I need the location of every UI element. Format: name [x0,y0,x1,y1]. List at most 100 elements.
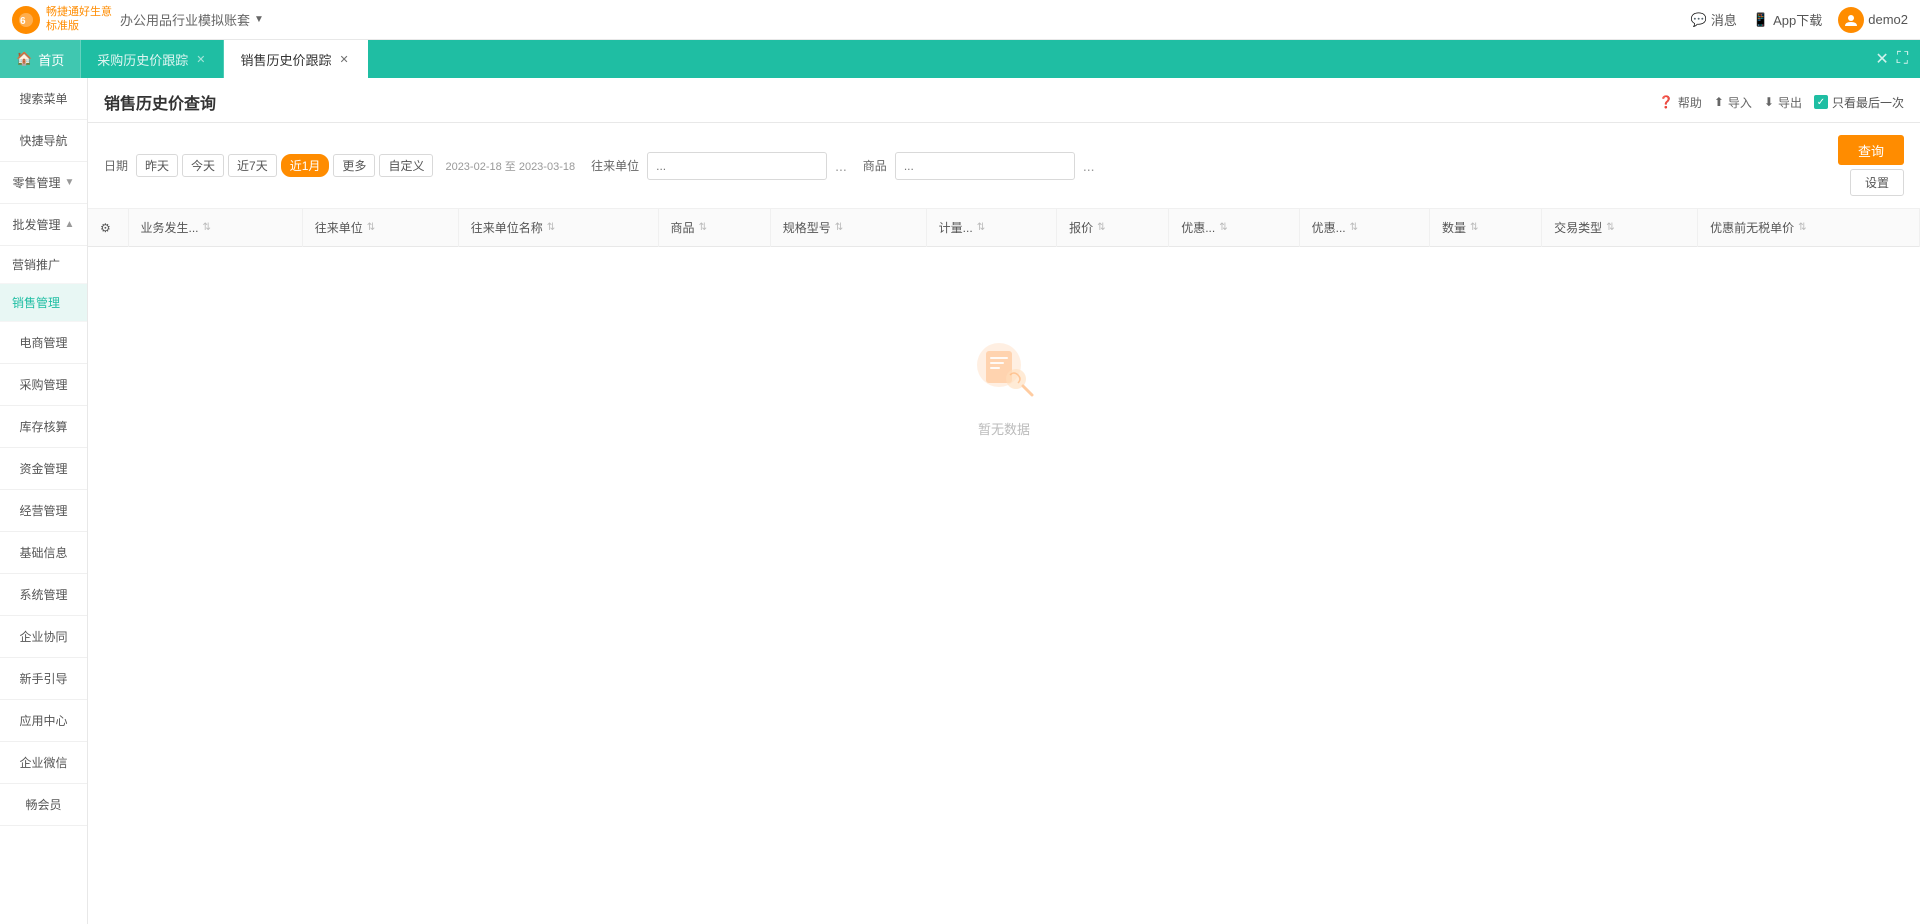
th-spec[interactable]: 规格型号 ⇅ [770,209,926,247]
th-partner-code[interactable]: 往来单位 ⇅ [302,209,458,247]
user-menu[interactable]: demo2 [1838,7,1908,33]
th-discount2[interactable]: 优惠... ⇅ [1299,209,1429,247]
import-button[interactable]: ⬆ 导入 [1714,94,1752,111]
sort-icon: ⇅ [977,222,985,233]
date-btn-yesterday[interactable]: 昨天 [136,154,178,177]
goods-input[interactable] [895,152,1075,180]
sort-icon: ⇅ [835,222,843,233]
app-download-action[interactable]: 📱 App下载 [1753,10,1822,29]
sidebar-item-purchase-mgmt[interactable]: 采购管理 [0,364,87,406]
th-biz-date[interactable]: 业务发生... ⇅ [128,209,302,247]
app-name-dropdown[interactable]: 办公用品行业模拟账套 ▼ [120,10,264,29]
tab-purchase-history[interactable]: 采购历史价跟踪 ✕ [81,40,224,78]
date-btn-today[interactable]: 今天 [182,154,224,177]
chevron-down-icon: ▼ [254,14,264,25]
th-pre-tax-price[interactable]: 优惠前无税单价 ⇅ [1698,209,1920,247]
sort-icon: ⇅ [1470,222,1478,233]
settings-icon[interactable]: ⚙ [100,221,111,235]
header-left: 6 畅捷通好生意 标准版 办公用品行业模拟账套 ▼ [12,6,264,34]
partner-filter-group: 往来单位 ... [591,152,847,180]
sort-icon: ⇅ [699,222,707,233]
sidebar-item-app-center[interactable]: 应用中心 [0,700,87,742]
th-trade-type[interactable]: 交易类型 ⇅ [1542,209,1698,247]
sidebar-item-basic-info[interactable]: 基础信息 [0,532,87,574]
sort-icon: ⇅ [547,222,555,233]
export-button[interactable]: ⬇ 导出 [1764,94,1802,111]
sidebar-item-business-mgmt[interactable]: 经营管理 [0,490,87,532]
th-goods[interactable]: 商品 ⇅ [658,209,770,247]
date-btn-1month[interactable]: 近1月 [281,154,330,177]
sort-icon: ⇅ [1350,222,1358,233]
sidebar-item-enterprise-collab[interactable]: 企业协同 [0,616,87,658]
sidebar-item-quick-nav[interactable]: 快捷导航 [0,120,87,162]
partner-more-icon[interactable]: ... [835,158,847,174]
close-all-tabs[interactable]: ✕ [1875,49,1888,69]
chevron-up-icon: ▲ [65,219,75,230]
date-btn-more[interactable]: 更多 [333,154,375,177]
message-icon: 💬 [1691,12,1707,28]
settings-button[interactable]: 设置 [1850,169,1904,196]
sidebar-item-retail-mgmt[interactable]: 零售管理 ▼ [0,162,87,204]
download-icon: 📱 [1753,12,1769,28]
empty-state: 暂无数据 [88,247,1920,518]
th-price[interactable]: 报价 ⇅ [1057,209,1169,247]
help-icon: ❓ [1659,95,1674,109]
table-header-row: ⚙ 业务发生... ⇅ 往来单位 [88,209,1920,247]
date-filter-group: 日期 昨天 今天 近7天 近1月 更多 自定义 2023-02-18 至 202… [104,154,575,177]
message-action[interactable]: 💬 消息 [1691,10,1737,29]
tab-home[interactable]: 🏠 首页 [0,40,81,78]
sidebar-item-new-guide[interactable]: 新手引导 [0,658,87,700]
logo-text: 畅捷通好生意 标准版 [46,6,112,32]
svg-text:6: 6 [20,16,26,27]
date-buttons: 昨天 今天 近7天 近1月 更多 自定义 [136,154,433,177]
empty-icon [964,327,1044,407]
partner-input[interactable] [647,152,827,180]
page-container: 销售历史价查询 ❓ 帮助 ⬆ 导入 ⬇ 导出 ✓ [88,78,1920,924]
sort-icon: ⇅ [1097,222,1105,233]
sidebar-item-ecom-mgmt[interactable]: 电商管理 [0,322,87,364]
chevron-down-icon: ▼ [65,177,75,188]
only-last-checkbox-area[interactable]: ✓ 只看最后一次 [1814,94,1904,111]
th-qty[interactable]: 数量 ⇅ [1430,209,1542,247]
table-container: ⚙ 业务发生... ⇅ 往来单位 [88,209,1920,924]
close-purchase-tab[interactable]: ✕ [194,51,207,68]
sidebar-item-member-club[interactable]: 畅会员 [0,784,87,826]
sidebar-item-search-menu[interactable]: 搜索菜单 [0,78,87,120]
query-button[interactable]: 查询 [1838,135,1904,165]
close-sales-tab[interactable]: ✕ [337,51,350,68]
data-table: ⚙ 业务发生... ⇅ 往来单位 [88,209,1920,247]
sidebar-item-inventory[interactable]: 库存核算 [0,406,87,448]
date-btn-custom[interactable]: 自定义 [379,154,433,177]
page-actions: ❓ 帮助 ⬆ 导入 ⬇ 导出 ✓ 只看最后一次 [1659,94,1904,111]
sort-icon: ⇅ [367,222,375,233]
date-label: 日期 [104,157,128,174]
date-range-text: 2023-02-18 至 2023-03-18 [445,158,575,174]
sidebar-item-enterprise-wechat[interactable]: 企业微信 [0,742,87,784]
export-icon: ⬇ [1764,95,1774,109]
sidebar-item-sales-mgmt[interactable]: 销售管理 [0,284,87,322]
sidebar-item-marketing[interactable]: 营销推广 [0,246,87,284]
th-partner-name[interactable]: 往来单位名称 ⇅ [458,209,658,247]
page-header: 销售历史价查询 ❓ 帮助 ⬆ 导入 ⬇ 导出 ✓ [88,78,1920,123]
sidebar-item-wholesale-mgmt[interactable]: 批发管理 ▲ [0,204,87,246]
only-last-checkbox[interactable]: ✓ [1814,95,1828,109]
th-discount1[interactable]: 优惠... ⇅ [1169,209,1299,247]
goods-filter-group: 商品 ... [863,152,1095,180]
help-button[interactable]: ❓ 帮助 [1659,94,1702,111]
filter-bar: 日期 昨天 今天 近7天 近1月 更多 自定义 2023-02-18 至 202… [88,123,1920,209]
sidebar-item-system-mgmt[interactable]: 系统管理 [0,574,87,616]
tab-sales-history[interactable]: 销售历史价跟踪 ✕ [224,40,367,78]
avatar [1838,7,1864,33]
th-settings[interactable]: ⚙ [88,209,128,247]
header-right: 💬 消息 📱 App下载 demo2 [1691,7,1908,33]
goods-more-icon[interactable]: ... [1083,158,1095,174]
maximize-window[interactable]: ⛶ [1897,50,1908,68]
th-unit[interactable]: 计量... ⇅ [926,209,1056,247]
main-layout: 搜索菜单 快捷导航 零售管理 ▼ 批发管理 ▲ 营销推广 销售管理 电商管理 采… [0,78,1920,924]
logo-area: 6 畅捷通好生意 标准版 [12,6,112,34]
import-icon: ⬆ [1714,95,1724,109]
tab-bar: 🏠 首页 采购历史价跟踪 ✕ 销售历史价跟踪 ✕ ✕ ⛶ [0,40,1920,78]
sort-icon: ⇅ [1798,222,1806,233]
sidebar-item-finance-mgmt[interactable]: 资金管理 [0,448,87,490]
date-btn-7days[interactable]: 近7天 [228,154,277,177]
